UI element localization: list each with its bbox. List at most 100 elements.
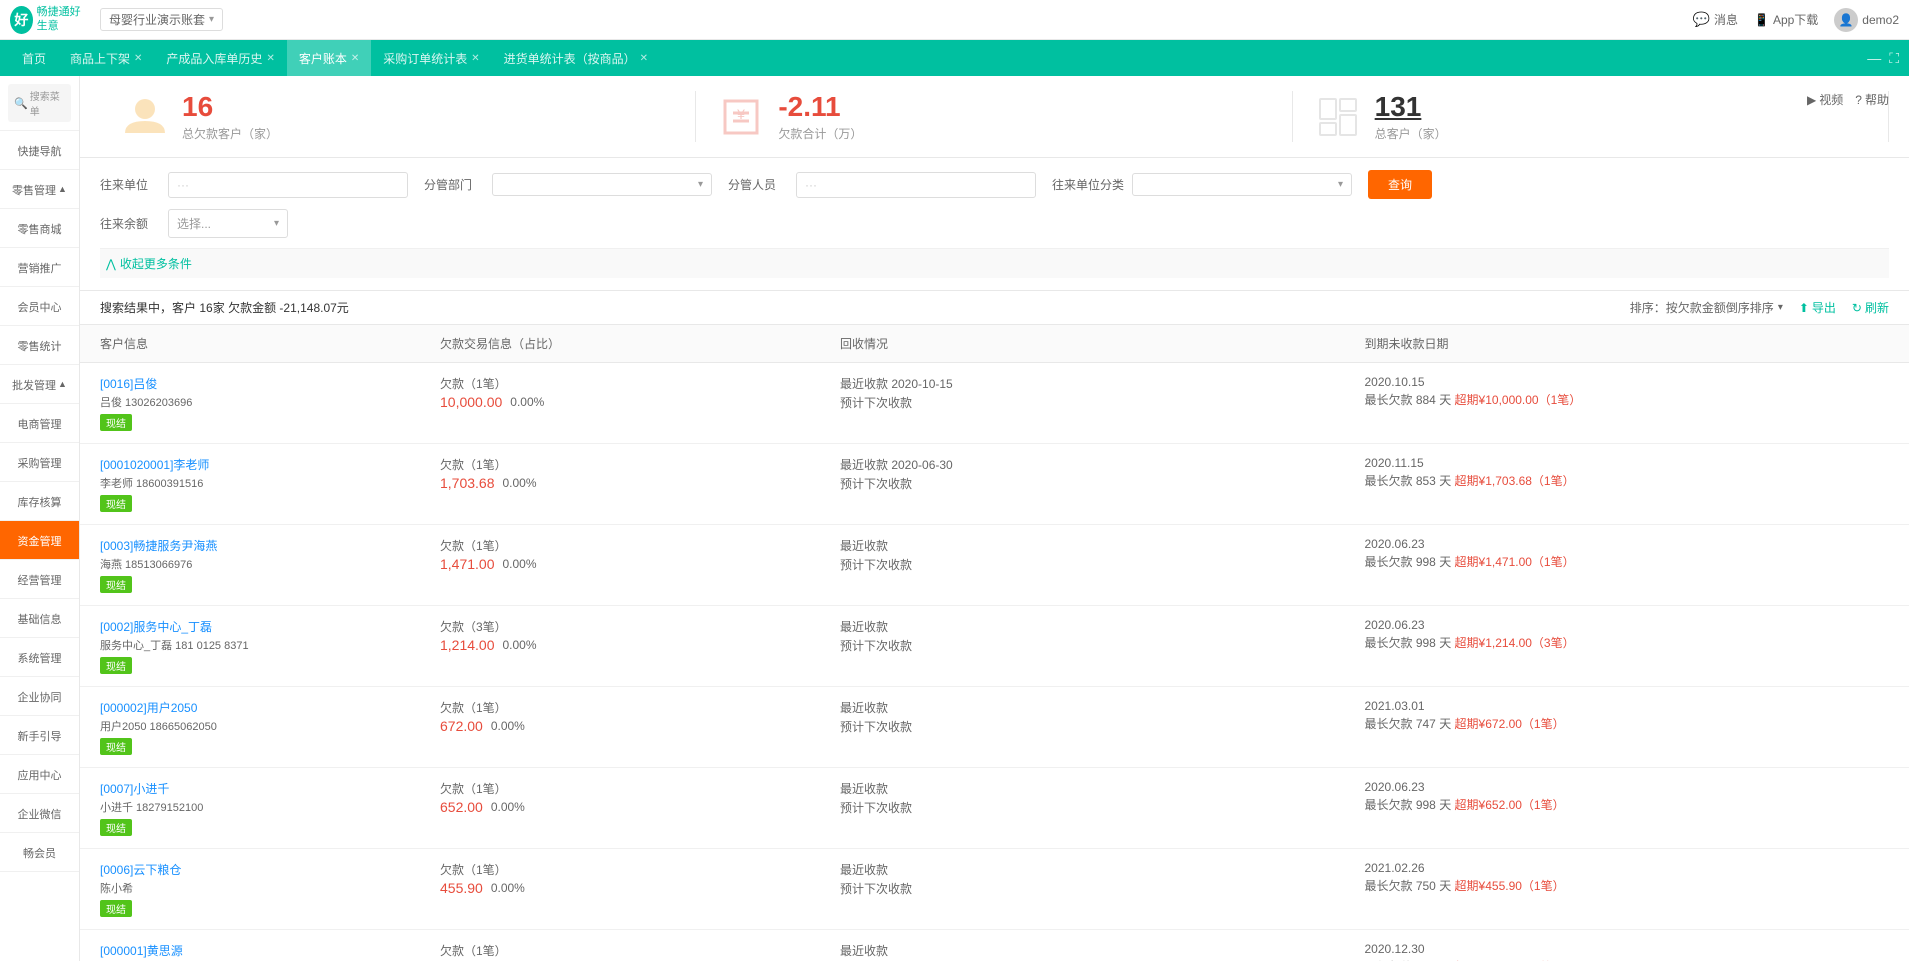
overdue-amount-link[interactable]: 超期¥1,471.00（1笔） [1455, 555, 1575, 569]
sidebar-item-finance[interactable]: 资金管理 [0, 521, 79, 560]
sidebar-item-wholesale-mgmt[interactable]: 批发管理 ▲ [0, 365, 79, 404]
collapse-button[interactable]: ⋀ 收起更多条件 [106, 255, 1883, 272]
from-unit-label: 往来单位 [100, 176, 160, 193]
debt-cell: 欠款（1笔） 672.00 0.00% [440, 699, 840, 734]
return-cell: 最近收款 预计下次收款 [840, 699, 1365, 735]
overdue-amount-link[interactable]: 超期¥672.00（1笔） [1455, 717, 1565, 731]
debt-customers-value: 16 [182, 91, 278, 123]
dept-select[interactable]: ▾ [492, 173, 712, 196]
message-button[interactable]: 💬 消息 [1693, 11, 1738, 28]
customer-name-link[interactable]: [0001020001]李老师 [100, 456, 440, 473]
tab-purchase-order[interactable]: 采购订单统计表 ✕ [371, 40, 491, 76]
table-row: [0001020001]李老师 李老师 18600391516 现结 欠款（1笔… [80, 444, 1909, 525]
sidebar-item-quick-nav[interactable]: 快捷导航 [0, 131, 79, 170]
sidebar-item-basic-info[interactable]: 基础信息 [0, 599, 79, 638]
customer-name-link[interactable]: [0016]吕俊 [100, 375, 440, 392]
close-icon[interactable]: ✕ [134, 53, 142, 64]
customer-name-link[interactable]: [000002]用户2050 [100, 699, 440, 716]
window-expand-icon[interactable]: ⛶ [1889, 50, 1899, 67]
sidebar-item-marketing[interactable]: 营销推广 [0, 248, 79, 287]
tab-product-history[interactable]: 产成品入库单历史 ✕ [154, 40, 286, 76]
close-icon[interactable]: ✕ [351, 53, 359, 64]
results-info: 搜索结果中，客户 16家 欠款金额 -21,148.07元 [100, 299, 349, 316]
overdue-amount-link[interactable]: 超期¥10,000.00（1笔） [1455, 393, 1582, 407]
search-menu-button[interactable]: 🔍 搜索菜单 [8, 84, 71, 122]
logo-icon: 好 [10, 6, 33, 34]
table-container: 客户信息 欠款交易信息（占比） 回收情况 到期未收款日期 [0016]吕俊 吕俊… [80, 325, 1909, 961]
avatar: 👤 [1834, 8, 1858, 32]
industry-select[interactable]: 母婴行业演示账套 ▾ [100, 8, 223, 31]
due-cell: 2020.10.15 最长欠款 884 天 超期¥10,000.00（1笔） [1365, 375, 1890, 408]
debt-customers-text: 16 总欠款客户（家） [182, 91, 278, 142]
tab-customer-account[interactable]: 客户账本 ✕ [287, 40, 371, 76]
debt-cell: 欠款（1笔） 455.90 0.00% [440, 861, 840, 896]
return-cell: 最近收款 预计下次收款 [840, 780, 1365, 816]
sidebar-item-retail-stats[interactable]: 零售统计 [0, 326, 79, 365]
remain-select[interactable]: 选择... ▾ [168, 209, 288, 238]
customer-name-link[interactable]: [0002]服务中心_丁磊 [100, 618, 440, 635]
chevron-down-icon: ▾ [698, 179, 703, 190]
from-unit-input[interactable]: ··· [168, 172, 408, 198]
due-cell: 2021.02.26 最长欠款 750 天 超期¥455.90（1笔） [1365, 861, 1890, 894]
customer-name-link[interactable]: [0003]畅捷服务尹海燕 [100, 537, 440, 554]
debt-cell: 欠款（3笔） 1,214.00 0.00% [440, 618, 840, 653]
close-icon[interactable]: ✕ [266, 53, 274, 64]
sort-select[interactable]: 排序：按欠款金额倒序排序 ▾ [1630, 299, 1783, 316]
debt-ratio-row: 672.00 0.00% [440, 716, 840, 734]
tab-product-status[interactable]: 商品上下架 ✕ [58, 40, 154, 76]
sidebar-item-member[interactable]: 畅会员 [0, 833, 79, 872]
debt-cell: 欠款（1笔） 1,703.68 0.00% [440, 456, 840, 491]
sidebar-item-ecommerce[interactable]: 电商管理 [0, 404, 79, 443]
sidebar-item-system[interactable]: 系统管理 [0, 638, 79, 677]
sidebar-item-app-center[interactable]: 应用中心 [0, 755, 79, 794]
chevron-up-icon: ⋀ [106, 257, 116, 271]
window-minimize-icon[interactable]: — [1867, 50, 1881, 67]
export-icon: ⬆ [1799, 301, 1809, 315]
search-button[interactable]: 查询 [1368, 170, 1432, 199]
sidebar-item-enterprise-coop[interactable]: 企业协同 [0, 677, 79, 716]
sidebar-item-business-mgmt[interactable]: 经营管理 [0, 560, 79, 599]
refresh-icon: ↻ [1852, 301, 1862, 315]
overdue-amount-link[interactable]: 超期¥1,703.68（1笔） [1455, 474, 1575, 488]
customer-phone: 李老师 18600391516 [100, 475, 440, 491]
filter-from-unit: 往来单位 ··· [100, 172, 408, 198]
tab-incoming-stats[interactable]: 进货单统计表（按商品） ✕ [492, 40, 660, 76]
chevron-down-icon: ▾ [1778, 302, 1783, 313]
customer-name-link[interactable]: [0006]云下粮仓 [100, 861, 440, 878]
customer-name-link[interactable]: [0007]小进千 [100, 780, 440, 797]
help-button[interactable]: ? 帮助 [1855, 91, 1889, 108]
customer-tag: 现结 [100, 819, 132, 836]
customer-tag: 现结 [100, 414, 132, 431]
table-row: [0007]小进千 小进千 18279152100 现结 欠款（1笔） 652.… [80, 768, 1909, 849]
video-button[interactable]: ▶ 视频 [1807, 91, 1843, 108]
overdue-amount-link[interactable]: 超期¥652.00（1笔） [1455, 798, 1565, 812]
export-button[interactable]: ⬆ 导出 [1799, 299, 1836, 316]
due-cell: 2020.06.23 最长欠款 998 天 超期¥1,471.00（1笔） [1365, 537, 1890, 570]
person-input[interactable]: ··· [796, 172, 1036, 198]
tab-home[interactable]: 首页 [10, 40, 58, 76]
due-cell: 2020.06.23 最长欠款 998 天 超期¥1,214.00（3笔） [1365, 618, 1890, 651]
customer-cell: [0016]吕俊 吕俊 13026203696 现结 [100, 375, 440, 431]
sidebar-item-purchase-mgmt[interactable]: 采购管理 [0, 443, 79, 482]
close-icon[interactable]: ✕ [640, 53, 648, 64]
sidebar-item-retail-mall[interactable]: 零售商城 [0, 209, 79, 248]
sidebar-item-new-guide[interactable]: 新手引导 [0, 716, 79, 755]
sidebar-item-enterprise-wx[interactable]: 企业微信 [0, 794, 79, 833]
overdue-amount-link[interactable]: 超期¥1,214.00（3笔） [1455, 636, 1575, 650]
app-download-button[interactable]: 📱 App下载 [1754, 11, 1818, 28]
overdue-amount-link[interactable]: 超期¥455.90（1笔） [1455, 879, 1565, 893]
sidebar-item-retail-mgmt[interactable]: 零售管理 ▲ [0, 170, 79, 209]
debt-ratio-row: 1,703.68 0.00% [440, 473, 840, 491]
user-menu[interactable]: 👤 demo2 [1834, 8, 1899, 32]
customer-name-link[interactable]: [000001]黄思源 [100, 942, 440, 959]
sidebar-item-member-center[interactable]: 会员中心 [0, 287, 79, 326]
debt-cell: 欠款（1笔） 429.00 0.00% [440, 942, 840, 961]
person-label: 分管人员 [728, 176, 788, 193]
refresh-button[interactable]: ↻ 刷新 [1852, 299, 1889, 316]
sidebar-item-inventory[interactable]: 库存核算 [0, 482, 79, 521]
customer-cell: [000002]用户2050 用户2050 18665062050 现结 [100, 699, 440, 755]
unit-category-select[interactable]: ▾ [1132, 173, 1352, 196]
filter-person: 分管人员 ··· [728, 172, 1036, 198]
close-icon[interactable]: ✕ [471, 53, 479, 64]
filter-unit-category: 往来单位分类 ▾ [1052, 173, 1352, 196]
